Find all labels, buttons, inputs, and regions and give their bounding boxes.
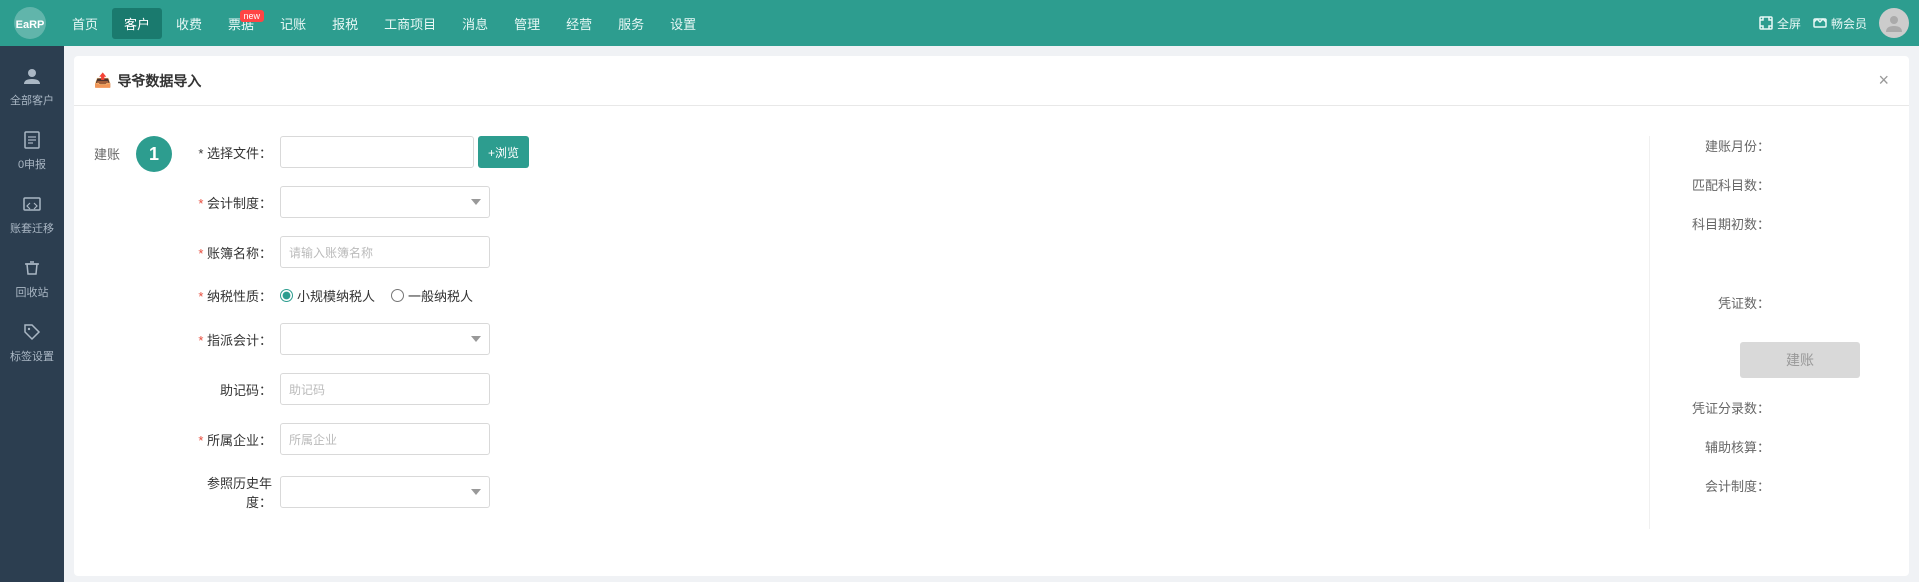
sidebar-item-tags[interactable]: 标签设置 — [0, 312, 64, 372]
voucher-label: 凭证数： — [1680, 293, 1770, 312]
aux-row: 辅助核算： — [1680, 437, 1889, 456]
tax-general-radio[interactable] — [391, 289, 404, 302]
month-row: 建账月份： — [1680, 136, 1889, 155]
step-circle: 1 — [136, 136, 172, 172]
recycle-icon — [20, 256, 44, 280]
nav-right: 全屏 畅会员 — [1759, 8, 1909, 38]
browse-button[interactable]: +浏览 — [478, 136, 529, 168]
voucher-entries-row: 凭证分录数： — [1680, 398, 1889, 417]
nav-settings[interactable]: 设置 — [658, 8, 708, 39]
voucher-row: 凭证数： — [1680, 293, 1889, 312]
nav-message[interactable]: 消息 — [450, 8, 500, 39]
nav-business[interactable]: 工商项目 — [372, 8, 448, 39]
memo-row: 助记码： — [192, 373, 1629, 405]
match-label: 匹配科目数： — [1680, 175, 1770, 194]
file-row: * 选择文件： +浏览 — [192, 136, 1629, 168]
panel-title-icon: 📤 — [94, 72, 111, 89]
panel-title: 📤 导爷数据导入 — [94, 71, 201, 91]
tax-general-label[interactable]: 一般纳税人 — [391, 286, 473, 305]
nav-customer[interactable]: 客户 — [112, 8, 162, 39]
step-label: 建账 — [94, 136, 120, 163]
panel-header: 📤 导爷数据导入 × — [74, 56, 1909, 106]
form-right: 建账月份： 匹配科目数： 科目期初数： 凭证数： — [1649, 136, 1889, 529]
file-label: * 选择文件： — [192, 143, 272, 162]
zero-report-icon — [20, 128, 44, 152]
ledger-row: 账簿名称： — [192, 236, 1629, 268]
logo[interactable]: EaRP — [10, 3, 50, 43]
main-layout: 全部客户 0申报 账套迁移 — [0, 46, 1919, 582]
accounting-system-label: 会计制度： — [1680, 476, 1770, 495]
ledger-label: 账簿名称： — [192, 243, 272, 262]
nav-operation[interactable]: 经营 — [554, 8, 604, 39]
nav-invoice[interactable]: 票据 new — [216, 8, 266, 39]
accountant-select[interactable] — [280, 323, 490, 355]
company-label: 所属企业： — [192, 430, 272, 449]
step-section: 建账 1 — [94, 136, 172, 529]
month-label: 建账月份： — [1680, 136, 1770, 155]
user-avatar[interactable] — [1879, 8, 1909, 38]
history-label: 参照历史年度： — [192, 473, 272, 511]
file-input[interactable] — [280, 136, 474, 168]
ledger-input[interactable] — [280, 236, 490, 268]
migrate-icon — [20, 192, 44, 216]
accounting-system-row: 会计制度： — [1680, 476, 1889, 495]
history-select[interactable] — [280, 476, 490, 508]
tax-radio-group: 小规模纳税人 一般纳税人 — [280, 286, 473, 305]
tax-row: 纳税性质： 小规模纳税人 一般纳税人 — [192, 286, 1629, 305]
sidebar-item-zero-report[interactable]: 0申报 — [0, 120, 64, 180]
period-row: 科目期初数： — [1680, 214, 1889, 233]
match-row: 匹配科目数： — [1680, 175, 1889, 194]
svg-text:EaRP: EaRP — [16, 19, 45, 31]
accountant-row: 指派会计： — [192, 323, 1629, 355]
fullscreen-btn[interactable]: 全屏 — [1759, 15, 1801, 32]
nav-billing[interactable]: 收费 — [164, 8, 214, 39]
nav-bookkeeping[interactable]: 记账 — [268, 8, 318, 39]
new-badge: new — [240, 10, 265, 22]
memo-input[interactable] — [280, 373, 490, 405]
main-panel: 📤 导爷数据导入 × 建账 1 * 选择文件： — [74, 56, 1909, 576]
tags-icon — [20, 320, 44, 344]
sidebar: 全部客户 0申报 账套迁移 — [0, 46, 64, 582]
voucher-entries-label: 凭证分录数： — [1680, 398, 1770, 417]
build-account-button[interactable]: 建账 — [1740, 342, 1860, 378]
tax-label: 纳税性质： — [192, 286, 272, 305]
company-row: 所属企业： — [192, 423, 1629, 455]
panel-close-button[interactable]: × — [1878, 70, 1889, 91]
sidebar-item-migrate[interactable]: 账套迁移 — [0, 184, 64, 244]
sidebar-item-recycle[interactable]: 回收站 — [0, 248, 64, 308]
tax-small-radio[interactable] — [280, 289, 293, 302]
sidebar-item-all-customers[interactable]: 全部客户 — [0, 56, 64, 116]
vip-btn[interactable]: 畅会员 — [1813, 15, 1867, 32]
accounting-row: 会计制度： — [192, 186, 1629, 218]
nav-items: 首页 客户 收费 票据 new 记账 报税 工商项目 消息 管理 经营 服务 设… — [60, 8, 1759, 39]
nav-service[interactable]: 服务 — [606, 8, 656, 39]
content-area: 📤 导爷数据导入 × 建账 1 * 选择文件： — [64, 46, 1919, 582]
top-navigation: EaRP 首页 客户 收费 票据 new 记账 报税 工商项目 消息 管理 经营… — [0, 0, 1919, 46]
nav-home[interactable]: 首页 — [60, 8, 110, 39]
aux-label: 辅助核算： — [1680, 437, 1770, 456]
accounting-label: 会计制度： — [192, 193, 272, 212]
tax-small-label[interactable]: 小规模纳税人 — [280, 286, 375, 305]
accounting-select[interactable] — [280, 186, 490, 218]
nav-tax[interactable]: 报税 — [320, 8, 370, 39]
file-input-wrapper: +浏览 — [280, 136, 490, 168]
nav-manage[interactable]: 管理 — [502, 8, 552, 39]
form-left: * 选择文件： +浏览 会计制度： — [192, 136, 1629, 529]
period-label: 科目期初数： — [1680, 214, 1770, 233]
history-row: 参照历史年度： — [192, 473, 1629, 511]
form-container: 建账 1 * 选择文件： +浏览 会计制度： — [74, 106, 1909, 549]
accountant-label: 指派会计： — [192, 330, 272, 349]
all-customers-icon — [20, 64, 44, 88]
memo-label: 助记码： — [192, 380, 272, 399]
company-input[interactable] — [280, 423, 490, 455]
